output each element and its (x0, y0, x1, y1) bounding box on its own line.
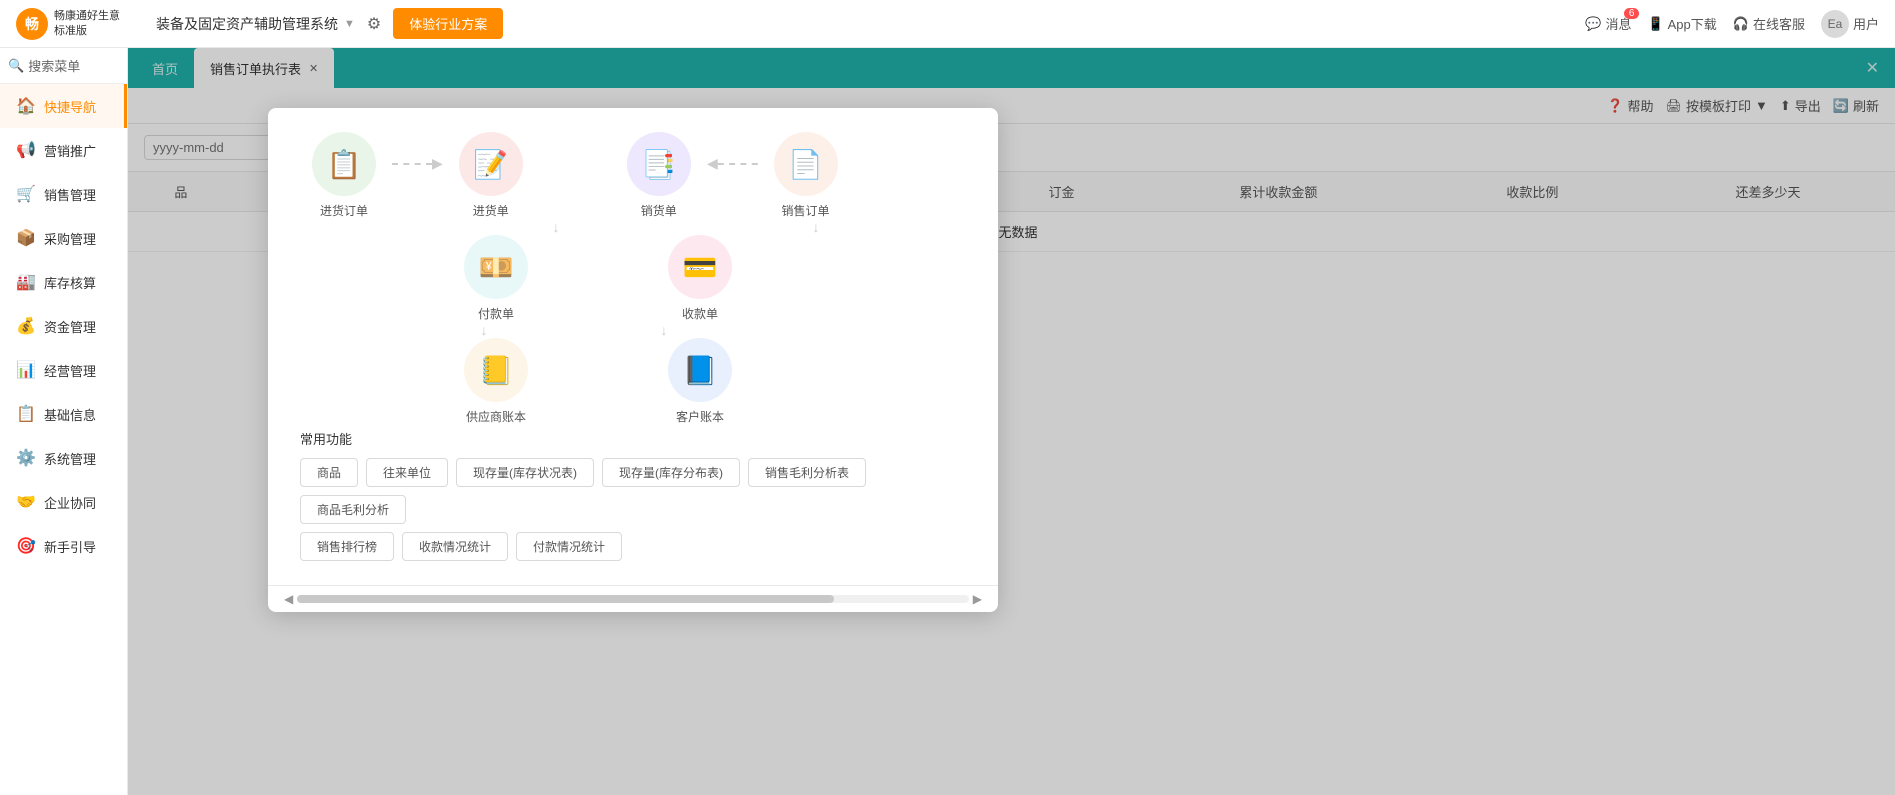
btn-sales-profit[interactable]: 销售毛利分析表 (748, 458, 866, 487)
purchase-icon: 📝 (459, 132, 523, 196)
sidebar-item-system[interactable]: ⚙️ 系统管理 (0, 436, 127, 480)
modal-scrollbar: ◀ ▶ (268, 585, 998, 612)
system-title: 装备及固定资产辅助管理系统 ▼ (156, 14, 355, 34)
sales-icon: 🛒 (16, 184, 36, 204)
management-icon: 📊 (16, 360, 36, 380)
scroll-right-icon[interactable]: ▶ (973, 592, 982, 606)
sidebar-item-management[interactable]: 📊 经营管理 (0, 348, 127, 392)
inventory-icon: 🏭 (16, 272, 36, 292)
guide-icon: 🎯 (16, 536, 36, 556)
message-badge: 6 (1624, 8, 1640, 19)
flow-row-1: 📋 进货订单 ▶ 📝 进货单 (300, 132, 966, 219)
modal-box: 📋 进货订单 ▶ 📝 进货单 (268, 108, 998, 612)
arrow-1: ▶ (392, 155, 443, 196)
cf-buttons-row2: 销售排行榜 收款情况统计 付款情况统计 (300, 532, 966, 561)
basic-info-icon: 📋 (16, 404, 36, 424)
arrow-2: ▶ (707, 155, 758, 196)
download-icon: 📱 (1647, 16, 1663, 32)
flow-row-2: 💴 付款单 💳 收款单 (452, 235, 966, 322)
sidebar-item-collaboration[interactable]: 🤝 企业协同 (0, 480, 127, 524)
search-icon: 🔍 (8, 58, 24, 74)
btn-stock-status[interactable]: 现存量(库存状况表) (456, 458, 594, 487)
logo-icon: 畅 (16, 8, 48, 40)
flow-row-3: 📒 供应商账本 📘 客户账本 (452, 338, 966, 425)
modal-content: 📋 进货订单 ▶ 📝 进货单 (268, 108, 998, 585)
flow-node-receipt[interactable]: 💳 收款单 (668, 235, 732, 322)
avatar: Ea (1821, 10, 1849, 38)
sidebar-item-basic-info[interactable]: 📋 基础信息 (0, 392, 127, 436)
flow-arrows-down-2: ↓ ↓ (452, 322, 966, 338)
btn-contacts[interactable]: 往来单位 (366, 458, 448, 487)
flow-node-sales-order[interactable]: 📄 销售订单 (774, 132, 838, 219)
sales-order-icon: 📄 (774, 132, 838, 196)
down-arrow-payment: ↓ (452, 322, 516, 338)
main-area: 🔍 搜索菜单 🏠 快捷导航 📢 营销推广 🛒 销售管理 📦 采购管理 🏭 (0, 48, 1895, 795)
down-arrow-receipt: ↓ (632, 322, 696, 338)
dropdown-arrow-icon[interactable]: ▼ (344, 18, 355, 30)
marketing-icon: 📢 (16, 140, 36, 160)
modal-overlay[interactable]: 📋 进货订单 ▶ 📝 进货单 (128, 48, 1895, 795)
message-button[interactable]: 💬 消息 6 (1585, 14, 1631, 33)
common-functions: 常用功能 商品 往来单位 现存量(库存状况表) 现存量(库存分布表) 销售毛利分… (300, 429, 966, 561)
sidebar: 🔍 搜索菜单 🏠 快捷导航 📢 营销推广 🛒 销售管理 📦 采购管理 🏭 (0, 48, 128, 795)
customer-ledger-icon: 📘 (668, 338, 732, 402)
btn-receipt-stats[interactable]: 收款情况统计 (402, 532, 508, 561)
payment-icon: 💴 (464, 235, 528, 299)
flow-node-payment[interactable]: 💴 付款单 (464, 235, 528, 322)
supplier-ledger-icon: 📒 (464, 338, 528, 402)
home-icon: 🏠 (16, 96, 36, 116)
flow-node-purchase-order[interactable]: 📋 进货订单 (312, 132, 376, 219)
sidebar-item-purchase[interactable]: 📦 采购管理 (0, 216, 127, 260)
scroll-thumb (297, 595, 834, 603)
message-icon: 💬 (1585, 16, 1601, 32)
sidebar-item-quick-nav[interactable]: 🏠 快捷导航 (0, 84, 127, 128)
down-arrow-sales: ↓ (784, 219, 848, 235)
app-container: 畅 畅康通好生意 标准版 装备及固定资产辅助管理系统 ▼ ⚙ 体验行业方案 💬 … (0, 0, 1895, 795)
common-functions-title: 常用功能 (300, 429, 966, 448)
finance-icon: 💰 (16, 316, 36, 336)
top-right-actions: 💬 消息 6 📱 App下载 🎧 在线客服 Ea 用户 (1585, 10, 1879, 38)
btn-product[interactable]: 商品 (300, 458, 358, 487)
sidebar-item-finance[interactable]: 💰 资金管理 (0, 304, 127, 348)
down-arrow-purchase: ↓ (524, 219, 588, 235)
btn-payment-stats[interactable]: 付款情况统计 (516, 532, 622, 561)
receipt-icon: 💳 (668, 235, 732, 299)
gear-button[interactable]: ⚙ (367, 14, 381, 34)
sidebar-item-guide[interactable]: 🎯 新手引导 (0, 524, 127, 568)
sidebar-item-marketing[interactable]: 📢 营销推广 (0, 128, 127, 172)
scroll-left-icon[interactable]: ◀ (284, 592, 293, 606)
sales-icon: 📑 (627, 132, 691, 196)
flow-node-customer-ledger[interactable]: 📘 客户账本 (668, 338, 732, 425)
flow-arrows-down-1: ↓ ↓ (300, 219, 966, 235)
cf-buttons-row1: 商品 往来单位 现存量(库存状况表) 现存量(库存分布表) 销售毛利分析表 商品… (300, 458, 966, 524)
user-menu[interactable]: Ea 用户 (1821, 10, 1879, 38)
logo-text: 畅康通好生意 标准版 (54, 9, 120, 38)
flow-node-sales[interactable]: 📑 销货单 (627, 132, 691, 219)
logo-area: 畅 畅康通好生意 标准版 (16, 8, 144, 40)
service-icon: 🎧 (1733, 16, 1749, 32)
purchase-order-icon: 📋 (312, 132, 376, 196)
experience-button[interactable]: 体验行业方案 (393, 8, 503, 39)
btn-sales-rank[interactable]: 销售排行榜 (300, 532, 394, 561)
purchase-icon: 📦 (16, 228, 36, 248)
btn-product-profit[interactable]: 商品毛利分析 (300, 495, 406, 524)
collaboration-icon: 🤝 (16, 492, 36, 512)
flow-diagram: 📋 进货订单 ▶ 📝 进货单 (300, 132, 966, 425)
app-download-button[interactable]: 📱 App下载 (1647, 14, 1716, 33)
btn-stock-dist[interactable]: 现存量(库存分布表) (602, 458, 740, 487)
system-icon: ⚙️ (16, 448, 36, 468)
scroll-track[interactable] (297, 595, 969, 603)
content-area: 首页 销售订单执行表 ✕ ✕ ❓ 帮助 🖨 按模板打印 (128, 48, 1895, 795)
online-service-button[interactable]: 🎧 在线客服 (1733, 14, 1805, 33)
search-menu-button[interactable]: 🔍 搜索菜单 (0, 48, 127, 84)
sidebar-item-sales[interactable]: 🛒 销售管理 (0, 172, 127, 216)
flow-node-purchase[interactable]: 📝 进货单 (459, 132, 523, 219)
flow-node-supplier-ledger[interactable]: 📒 供应商账本 (464, 338, 528, 425)
sidebar-item-inventory[interactable]: 🏭 库存核算 (0, 260, 127, 304)
top-bar: 畅 畅康通好生意 标准版 装备及固定资产辅助管理系统 ▼ ⚙ 体验行业方案 💬 … (0, 0, 1895, 48)
spacer3 (552, 322, 632, 338)
